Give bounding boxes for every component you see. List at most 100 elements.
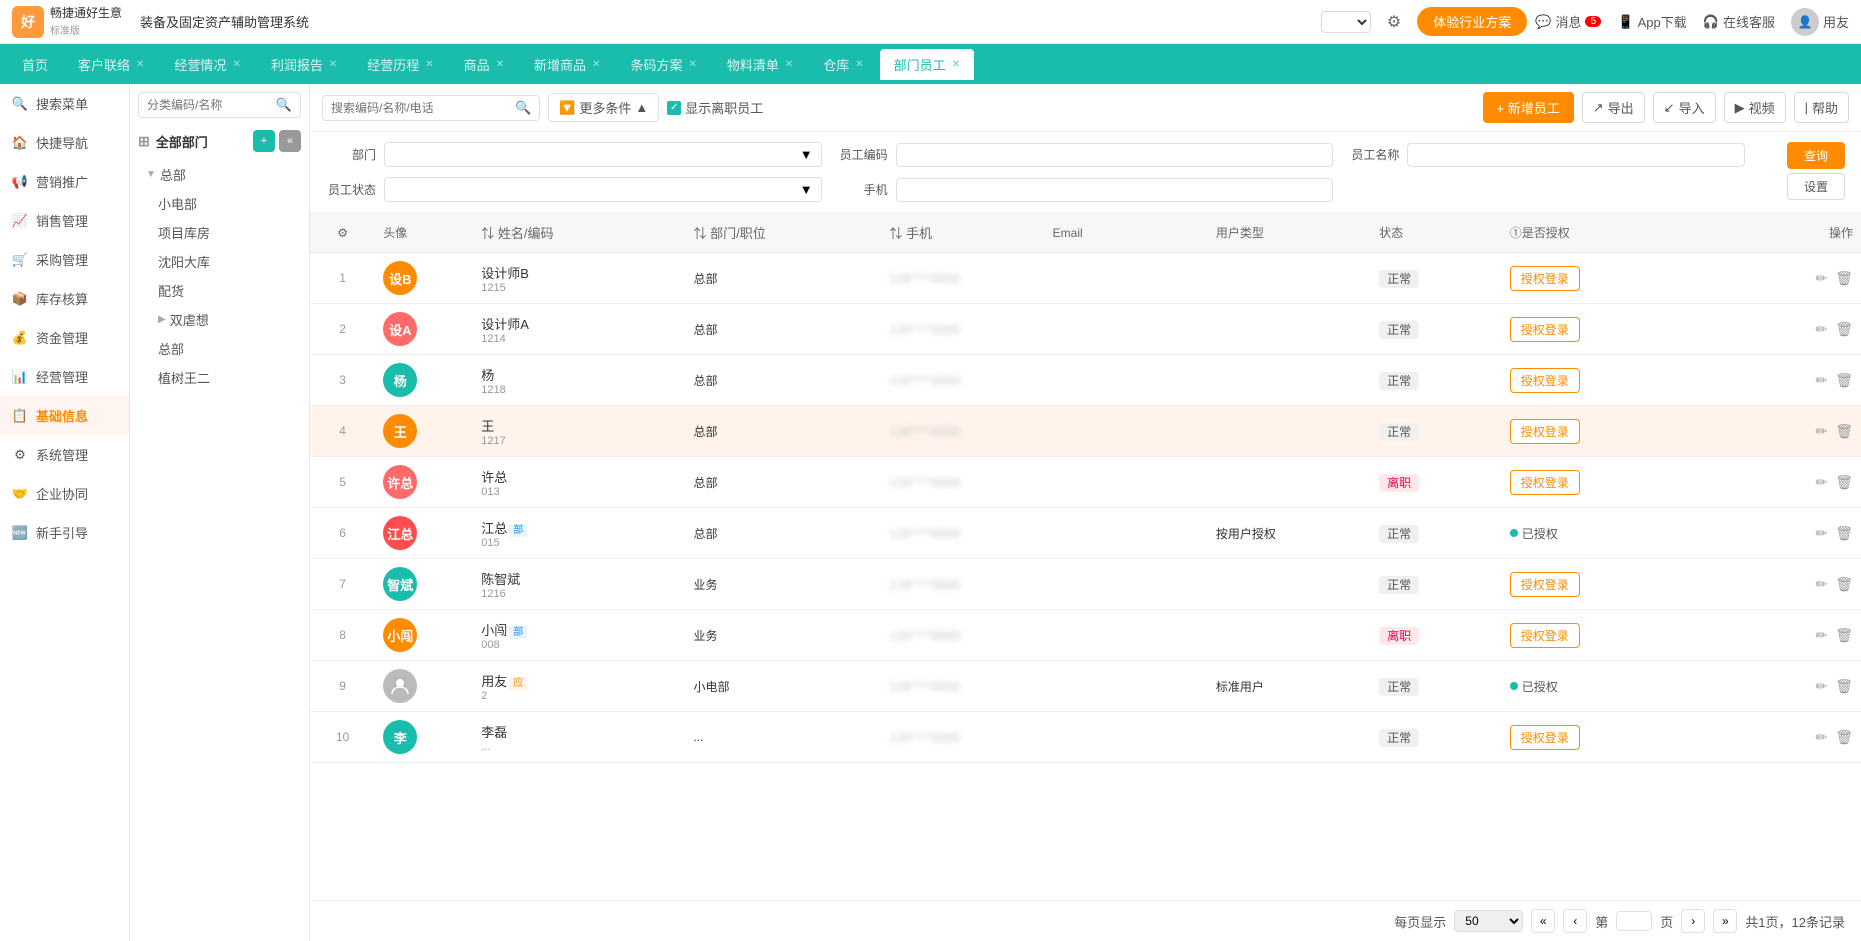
delete-icon[interactable]: 🗑 [1835, 729, 1853, 746]
dept-tree-item-shuanglue[interactable]: ▶ 双虐想 [130, 305, 309, 334]
app-download-button[interactable]: 📱 App下载 [1617, 12, 1686, 31]
sidebar-item-basic[interactable]: 📋 基础信息 [0, 396, 129, 435]
sidebar-item-finance[interactable]: 💰 资金管理 [0, 318, 129, 357]
employee-search-input[interactable] [331, 101, 511, 115]
delete-icon[interactable]: 🗑 [1835, 321, 1853, 338]
edit-icon[interactable]: ✏ [1815, 423, 1827, 440]
dept-tree-item-zhishu[interactable]: 植树王二 [130, 363, 309, 392]
tab-customer[interactable]: 客户联络✕ [64, 49, 158, 80]
message-button[interactable]: 💬 消息 5 [1535, 12, 1601, 31]
tab-employee[interactable]: 部门员工✕ [880, 49, 974, 80]
tab-close-icon[interactable]: ✕ [592, 59, 600, 70]
delete-icon[interactable]: 🗑 [1835, 576, 1853, 593]
help-button[interactable]: | 帮助 [1794, 92, 1849, 123]
dept-add-icon[interactable]: + [253, 130, 275, 152]
auth-login-button[interactable]: 授权登录 [1510, 470, 1580, 495]
tab-close-icon[interactable]: ✕ [232, 59, 240, 70]
tab-close-icon[interactable]: ✕ [785, 59, 793, 70]
sidebar-item-collab[interactable]: 🤝 企业协同 [0, 474, 129, 513]
auth-login-button[interactable]: 授权登录 [1510, 725, 1580, 750]
tab-close-icon[interactable]: ✕ [952, 59, 960, 70]
tab-close-icon[interactable]: ✕ [496, 59, 504, 70]
dept-tree-item-xiaodian[interactable]: 小电部 [130, 189, 309, 218]
sidebar-item-guide[interactable]: 🆕 新手引导 [0, 513, 129, 552]
query-button[interactable]: 查询 [1787, 142, 1845, 169]
tab-goods[interactable]: 商品✕ [450, 49, 518, 80]
prev-page-button[interactable]: ‹ [1563, 909, 1587, 933]
tab-barcode[interactable]: 条码方案✕ [616, 49, 710, 80]
sidebar-item-nav[interactable]: 🏠 快捷导航 [0, 123, 129, 162]
delete-icon[interactable]: 🗑 [1835, 372, 1853, 389]
per-page-select[interactable]: 50 20 100 [1454, 910, 1523, 932]
auth-login-button[interactable]: 授权登录 [1510, 623, 1580, 648]
first-page-button[interactable]: « [1531, 909, 1555, 933]
gear-icon[interactable]: ⚙ [1387, 12, 1401, 32]
page-number-input[interactable]: 1 [1616, 911, 1652, 931]
dept-tree-item-shenyang[interactable]: 沈阳大库 [130, 247, 309, 276]
auth-login-button[interactable]: 授权登录 [1510, 317, 1580, 342]
view-button[interactable]: ▶ 视频 [1724, 92, 1786, 123]
sys-dropdown[interactable] [1321, 11, 1371, 33]
tab-close-icon[interactable]: ✕ [136, 59, 144, 70]
sidebar-item-system[interactable]: ⚙ 系统管理 [0, 435, 129, 474]
delete-icon[interactable]: 🗑 [1835, 525, 1853, 542]
sidebar-item-operation[interactable]: 📊 经营管理 [0, 357, 129, 396]
tab-new-goods[interactable]: 新增商品✕ [520, 49, 614, 80]
tab-close-icon[interactable]: ✕ [855, 59, 863, 70]
add-employee-button[interactable]: + 新增员工 [1483, 92, 1574, 123]
last-page-button[interactable]: » [1713, 909, 1737, 933]
dept-search-input[interactable] [147, 98, 272, 112]
tab-profit[interactable]: 利润报告✕ [257, 49, 351, 80]
tab-close-icon[interactable]: ✕ [329, 59, 337, 70]
tab-history[interactable]: 经营历程✕ [353, 49, 447, 80]
auth-login-button[interactable]: 授权登录 [1510, 266, 1580, 291]
edit-icon[interactable]: ✏ [1815, 627, 1827, 644]
sidebar-item-search[interactable]: 🔍 搜索菜单 [0, 84, 129, 123]
edit-icon[interactable]: ✏ [1815, 678, 1827, 695]
edit-icon[interactable]: ✏ [1815, 576, 1827, 593]
import-button[interactable]: ↙ 导入 [1653, 92, 1716, 123]
filter-name-input[interactable] [1407, 143, 1745, 167]
dept-tree-item-peihuo[interactable]: 配货 [130, 276, 309, 305]
dept-tree-item-project[interactable]: 项目库房 [130, 218, 309, 247]
sidebar-item-purchase[interactable]: 🛒 采购管理 [0, 240, 129, 279]
next-page-button[interactable]: › [1681, 909, 1705, 933]
sidebar-item-sales[interactable]: 📈 销售管理 [0, 201, 129, 240]
delete-icon[interactable]: 🗑 [1835, 423, 1853, 440]
tab-warehouse[interactable]: 仓库✕ [809, 49, 877, 80]
delete-icon[interactable]: 🗑 [1835, 678, 1853, 695]
tab-operation[interactable]: 经营情况✕ [160, 49, 254, 80]
sidebar-item-marketing[interactable]: 📢 营销推广 [0, 162, 129, 201]
online-service-button[interactable]: 🎧 在线客服 [1703, 12, 1775, 31]
tab-close-icon[interactable]: ✕ [425, 59, 433, 70]
reset-button[interactable]: 设置 [1787, 173, 1845, 200]
tab-home[interactable]: 首页 [8, 49, 62, 80]
show-leave-checkbox[interactable]: ✓ 显示离职员工 [667, 98, 763, 117]
edit-icon[interactable]: ✏ [1815, 321, 1827, 338]
auth-login-button[interactable]: 授权登录 [1510, 419, 1580, 444]
auth-login-button[interactable]: 授权登录 [1510, 572, 1580, 597]
user-menu[interactable]: 👤 用友 [1791, 8, 1849, 36]
edit-icon[interactable]: ✏ [1815, 474, 1827, 491]
dept-tree-item-zongbu[interactable]: 总部 [130, 334, 309, 363]
edit-icon[interactable]: ✏ [1815, 525, 1827, 542]
delete-icon[interactable]: 🗑 [1835, 270, 1853, 287]
export-button[interactable]: ↗ 导出 [1582, 92, 1645, 123]
dept-tree-item-general[interactable]: ▼ 总部 [130, 160, 309, 189]
more-filter-button[interactable]: 🔽 更多条件 ▲ [548, 93, 659, 122]
try-industry-button[interactable]: 体验行业方案 [1417, 7, 1527, 36]
edit-icon[interactable]: ✏ [1815, 270, 1827, 287]
tab-bom[interactable]: 物料清单✕ [713, 49, 807, 80]
delete-icon[interactable]: 🗑 [1835, 627, 1853, 644]
sidebar-item-inventory[interactable]: 📦 库存核算 [0, 279, 129, 318]
delete-icon[interactable]: 🗑 [1835, 474, 1853, 491]
edit-icon[interactable]: ✏ [1815, 372, 1827, 389]
filter-code-input[interactable] [896, 143, 1334, 167]
dept-collapse-icon[interactable]: « [279, 130, 301, 152]
tab-close-icon[interactable]: ✕ [688, 59, 696, 70]
filter-status-select[interactable]: ▼ [384, 177, 822, 202]
filter-dept-select[interactable]: ▼ [384, 142, 822, 167]
auth-login-button[interactable]: 授权登录 [1510, 368, 1580, 393]
filter-phone-input[interactable] [896, 178, 1334, 202]
edit-icon[interactable]: ✏ [1815, 729, 1827, 746]
